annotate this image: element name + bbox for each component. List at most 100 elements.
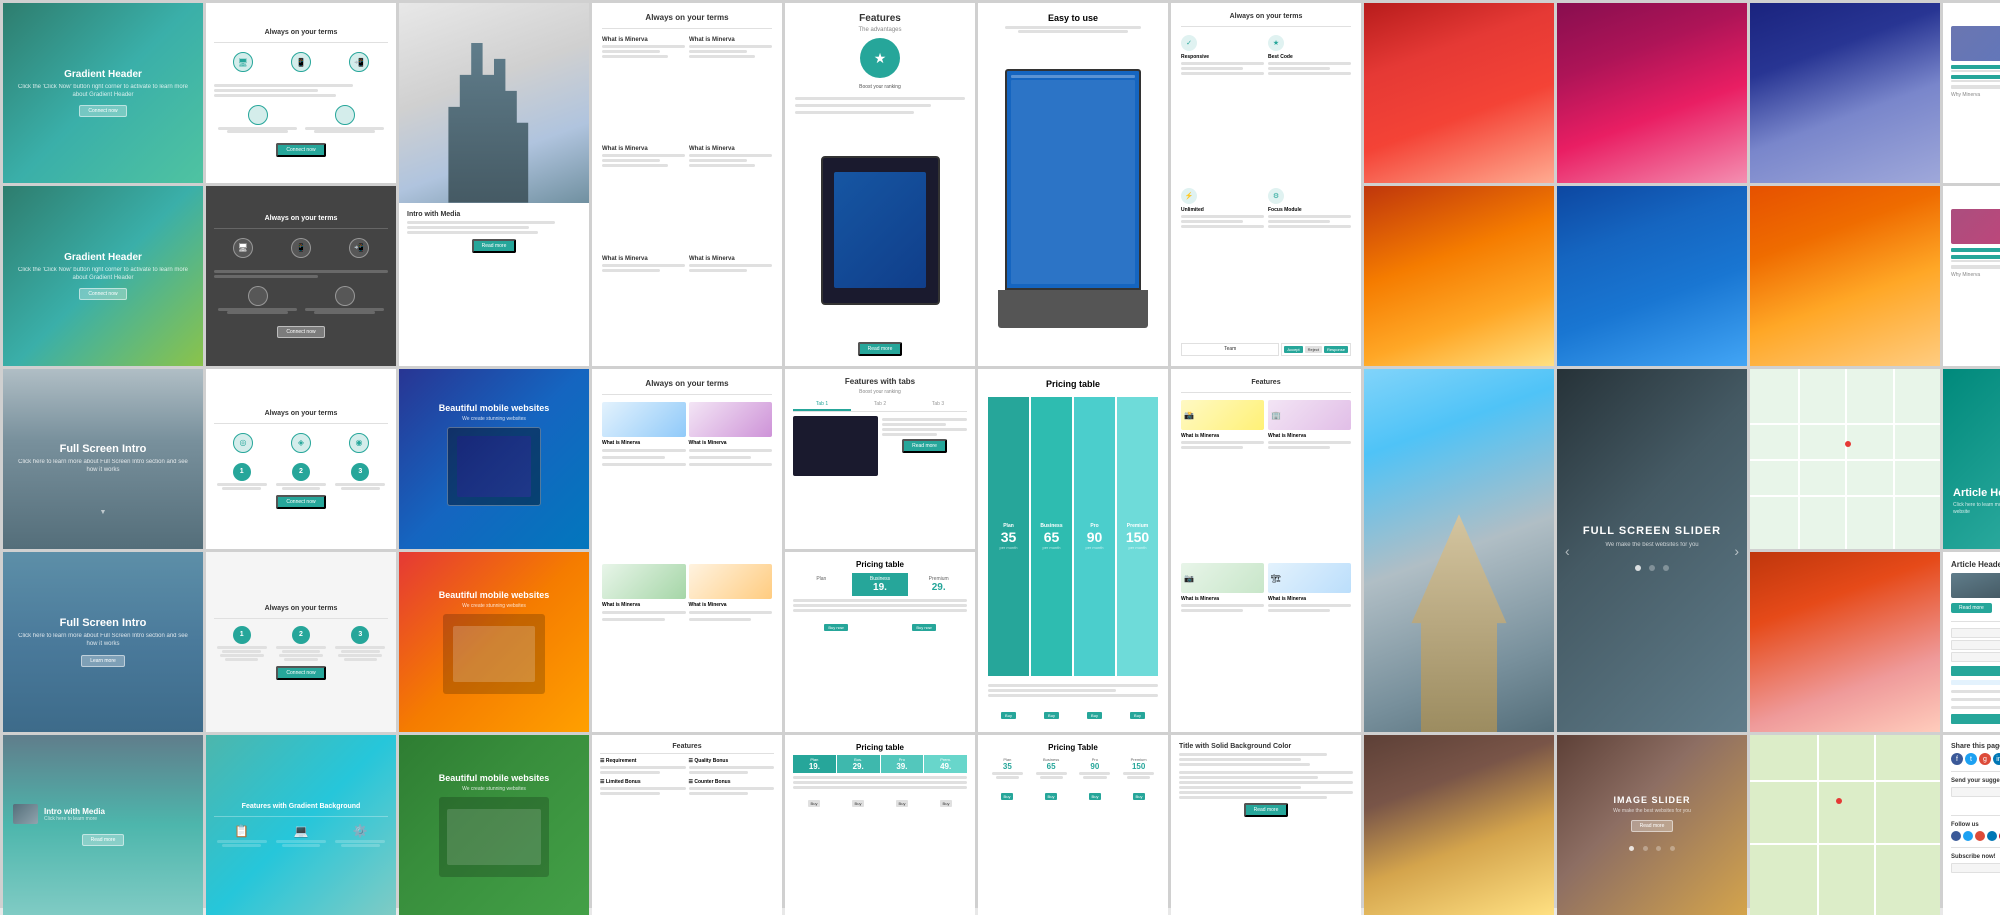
full-screen-intro-btn-2[interactable]: Learn more [81,655,125,667]
buy-bottom-1[interactable]: Buy [1001,793,1014,800]
follow-g-icon[interactable] [1975,831,1985,841]
gradient-header-btn-1[interactable]: Connect now [79,105,126,117]
intro-with-media-card-1[interactable]: Intro with Media Click here to learn mor… [3,735,203,915]
always-btn-dark[interactable]: Connect now [277,326,324,338]
intro-media-card-orange[interactable]: Beautiful mobile websites We create stun… [399,552,589,732]
features-plain-card[interactable]: Features ☰ Requirement ☰ Quality Bonus ☰… [592,735,782,915]
buy-bottom-3[interactable]: Buy [1089,793,1102,800]
buy-btn-business[interactable]: Buy now [824,624,847,631]
form-field-1[interactable] [1951,628,2000,638]
intro-media-card-green[interactable]: Beautiful mobile websites We create stun… [399,735,589,915]
easy-to-use-card[interactable]: Easy to use [978,3,1168,366]
tabs-bar: Tab 1 Tab 2 Tab 3 [793,399,967,412]
features-tabs-card[interactable]: Features with tabs Boost your ranking Ta… [785,369,975,549]
buy-btn-4[interactable]: Buy [940,800,953,807]
always-btn-1[interactable]: Connect now [276,143,325,157]
google-icon[interactable]: g [1979,753,1991,765]
article-header-plain-btn[interactable]: Read more [1951,603,1992,613]
slider-prev-btn[interactable]: ‹ [1565,543,1570,559]
slider-next-btn[interactable]: › [1734,543,1739,559]
always-terms-card-light[interactable]: Always on your terms 🖥 📱 📲 Connect no [206,3,396,183]
buy-bottom-4[interactable]: Buy [1133,793,1146,800]
always-terms-features-card[interactable]: Always on your terms What is Minerva Wha… [592,3,782,366]
features-large-card[interactable]: Features 📸 What is Minerva 🏢 What is Min… [1171,369,1361,732]
always-btn-gray[interactable]: Connect now [276,666,325,680]
linkedin-icon[interactable]: in [1993,753,2000,765]
plan-premium: Premium 29. [910,573,967,596]
intro-media-card-large-1[interactable]: Intro with Media Read more [399,3,589,366]
article-header-plain-card[interactable]: Article Header Read more [1943,552,2000,732]
intro-media-btn-top[interactable]: Read more [472,239,517,253]
form-field-2[interactable] [1951,640,2000,650]
always-terms-card-2-large[interactable]: Always on your terms What is Minerva Wha… [592,369,782,732]
toggle-q-2[interactable] [1951,255,2000,259]
tab-1[interactable]: Tab 1 [793,399,851,411]
gradient-header-title-1: Gradient Header [64,69,142,80]
full-screen-intro-card-2[interactable]: Full Screen Intro Click here to learn mo… [3,552,203,732]
form-field-3[interactable] [1951,652,2000,662]
full-screen-slider-card[interactable]: ‹ › FULL SCREEN SLIDER We make the best … [1557,369,1747,732]
buy-btn-large-2[interactable]: Buy [1044,712,1059,719]
features-main-card[interactable]: Features The advantages ★ Boost your ran… [785,3,975,366]
buy-btn-3[interactable]: Buy [896,800,909,807]
icon-monitor: 🖥 [233,52,253,72]
gradient-header-card-2[interactable]: Gradient Header Click the 'Click Now' bu… [3,186,203,366]
buy-btn-large-4[interactable]: Buy [1130,712,1145,719]
tab-content-btn[interactable]: Read more [902,439,947,453]
gradient-header-btn-2[interactable]: Connect now [79,288,126,300]
features-gradient-card[interactable]: Features with Gradient Background 📋 💻 ⚙️ [206,735,396,915]
follow-tw-icon[interactable] [1963,831,1973,841]
pricing-large-card-2[interactable]: Pricing table Plan 35 per month Business… [978,369,1168,732]
features-main-btn[interactable]: Read more [858,342,903,356]
form-submit-teal[interactable] [1951,666,2000,676]
full-screen-intro-card-1[interactable]: ▼ Full Screen Intro Click here to learn … [3,369,203,549]
follow-fb-icon[interactable] [1951,831,1961,841]
map-section-card-2[interactable] [1750,735,1940,915]
map-pin-2 [1836,798,1842,804]
always-terms-card-dark[interactable]: Always on your terms 🖥 📱 📲 Connect now [206,186,396,366]
map-section-card[interactable] [1750,369,1940,549]
feature-btn-reject[interactable]: Reject [1305,346,1322,353]
gradient-header-card-1[interactable]: Gradient Header Click the 'Click Now' bu… [3,3,203,183]
suggestions-input[interactable] [1951,787,2000,797]
feature-with-image-1: What is Minerva [602,402,686,560]
toggle-q-3[interactable] [1951,265,2000,269]
image-slider-btn[interactable]: Read more [1631,820,1674,832]
map-background [1750,369,1940,549]
buy-btn-premium[interactable]: Buy now [912,624,935,631]
pricing-table-bottom-card[interactable]: Pricing Table Plan 35 Business 65 Pro 90 [978,735,1168,915]
always-btn-w2[interactable]: Connect now [276,495,325,509]
title-solid-card[interactable]: Title with Solid Background Color Read m… [1171,735,1361,915]
accordion-faq-card[interactable]: Accordion FAQ Why Minerva [1943,3,2000,183]
buy-bottom-2[interactable]: Buy [1045,793,1058,800]
always-terms-card-gray[interactable]: Always on your terms 1 2 3 [206,552,396,732]
buy-btn-large-1[interactable]: Buy [1001,712,1016,719]
image-slider-card[interactable]: IMAGE SLIDER We make the best websites f… [1557,735,1747,915]
feature-btn-forward[interactable]: Response [1324,346,1348,353]
article-btn-teal[interactable] [1951,714,2000,724]
feature-btn-accept[interactable]: Accept [1284,346,1302,353]
intro-with-media-btn-1[interactable]: Read more [82,834,125,846]
buy-btn-large-3[interactable]: Buy [1087,712,1102,719]
share-page-card[interactable]: Share this page! f t g in Send your sugg… [1943,735,2000,915]
subscribe-input[interactable] [1951,863,2000,873]
toggle-faq-card[interactable]: Toggle FAQ Why Minerva [1943,186,2000,366]
facebook-icon[interactable]: f [1951,753,1963,765]
buy-btn-2[interactable]: Buy [852,800,865,807]
intro-media-card-darkblue[interactable]: Beautiful mobile websites We create stun… [399,369,589,549]
features-device-area [795,124,965,338]
twitter-icon[interactable]: t [1965,753,1977,765]
always-terms-large-card[interactable]: Always on your terms ✓ Responsive ★ Best… [1171,3,1361,366]
toggle-subtitle: Why Minerva [1951,272,2000,278]
title-solid-btn[interactable]: Read more [1244,803,1289,817]
always-terms-card-white2[interactable]: Always on your terms ◎ ◈ ◉ 1 2 3 [206,369,396,549]
tab-2[interactable]: Tab 2 [851,399,909,411]
buy-btn-1[interactable]: Buy [808,800,821,807]
toggle-q-1[interactable] [1951,248,2000,252]
pricing-table-card-2[interactable]: Pricing table Plan 19. Bus. 29. Pro 39. … [785,735,975,915]
pricing-large-btns: Buy Buy Buy Buy [988,704,1158,722]
tab-3[interactable]: Tab 3 [909,399,967,411]
follow-li-icon[interactable] [1987,831,1997,841]
article-header-card[interactable]: Article Header Click here to learn more … [1943,369,2000,549]
pricing-table-card-1[interactable]: Pricing table Plan Business 19. Premium … [785,552,975,732]
